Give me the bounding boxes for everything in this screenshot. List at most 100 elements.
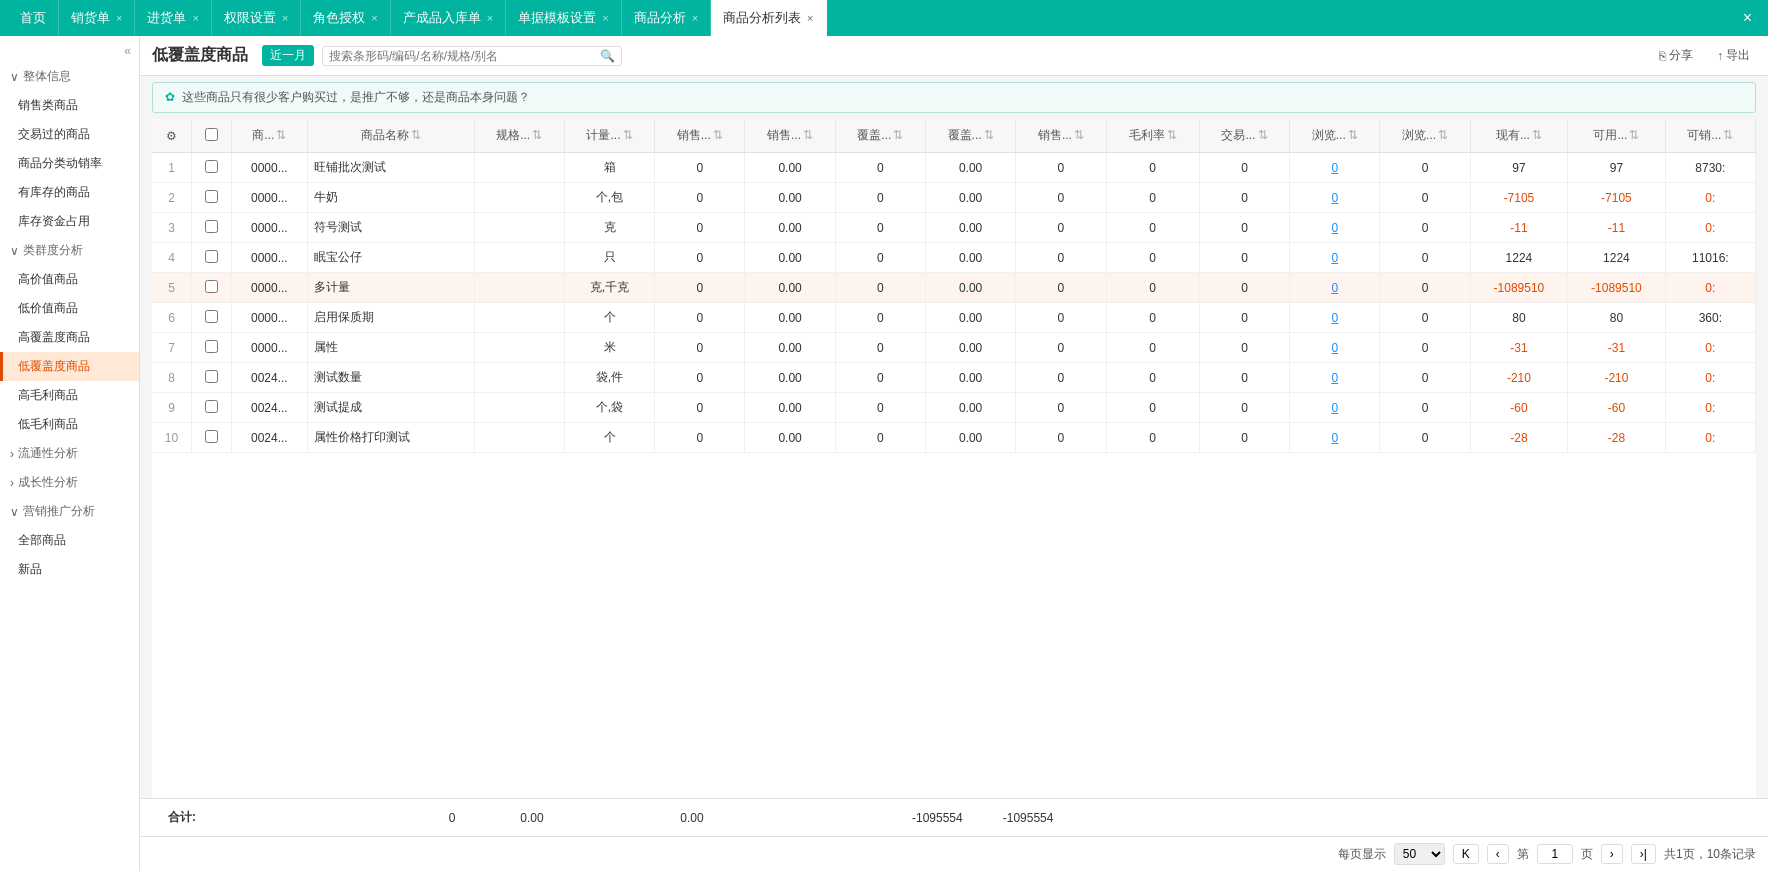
close-icon[interactable]: × xyxy=(192,12,198,24)
row-browse1[interactable]: 0 xyxy=(1290,363,1380,393)
profit-column-header[interactable]: 毛利率⇅ xyxy=(1106,119,1199,153)
row-select-checkbox[interactable] xyxy=(205,400,218,413)
sidebar-item-low-value[interactable]: 低价值商品 xyxy=(0,294,139,323)
browse1-link[interactable]: 0 xyxy=(1331,251,1338,265)
sales3-column-header[interactable]: 销售...⇅ xyxy=(1016,119,1106,153)
close-icon[interactable]: × xyxy=(807,12,813,24)
row-checkbox[interactable] xyxy=(192,213,232,243)
cover2-column-header[interactable]: 覆盖...⇅ xyxy=(925,119,1015,153)
select-all-checkbox[interactable] xyxy=(205,128,218,141)
nav-product-analysis[interactable]: 商品分析 × xyxy=(622,0,711,36)
row-checkbox[interactable] xyxy=(192,153,232,183)
browse1-link[interactable]: 0 xyxy=(1331,371,1338,385)
sidebar-item-high-profit[interactable]: 高毛利商品 xyxy=(0,381,139,410)
nav-sales-order[interactable]: 销货单 × xyxy=(59,0,135,36)
row-checkbox[interactable] xyxy=(192,423,232,453)
current-column-header[interactable]: 现有...⇅ xyxy=(1470,119,1567,153)
code-column-header[interactable]: 商...⇅ xyxy=(231,119,307,153)
browse1-link[interactable]: 0 xyxy=(1331,191,1338,205)
row-checkbox[interactable] xyxy=(192,363,232,393)
close-icon[interactable]: × xyxy=(692,12,698,24)
sales2-column-header[interactable]: 销售...⇅ xyxy=(745,119,835,153)
sales1-column-header[interactable]: 销售...⇅ xyxy=(655,119,745,153)
prev-page-button[interactable]: ‹ xyxy=(1487,844,1509,864)
trade-column-header[interactable]: 交易...⇅ xyxy=(1199,119,1289,153)
row-checkbox[interactable] xyxy=(192,333,232,363)
row-browse1[interactable]: 0 xyxy=(1290,423,1380,453)
row-select-checkbox[interactable] xyxy=(205,430,218,443)
row-select-checkbox[interactable] xyxy=(205,310,218,323)
row-checkbox[interactable] xyxy=(192,273,232,303)
row-select-checkbox[interactable] xyxy=(205,250,218,263)
row-select-checkbox[interactable] xyxy=(205,190,218,203)
close-icon[interactable]: × xyxy=(282,12,288,24)
sidebar-item-low-profit[interactable]: 低毛利商品 xyxy=(0,410,139,439)
browse1-link[interactable]: 0 xyxy=(1331,431,1338,445)
sidebar-item-high-coverage[interactable]: 高覆盖度商品 xyxy=(0,323,139,352)
row-select-checkbox[interactable] xyxy=(205,340,218,353)
nav-role-auth[interactable]: 角色授权 × xyxy=(301,0,390,36)
name-column-header[interactable]: 商品名称⇅ xyxy=(307,119,474,153)
row-select-checkbox[interactable] xyxy=(205,370,218,383)
checkbox-column-header[interactable] xyxy=(192,119,232,153)
row-checkbox[interactable] xyxy=(192,303,232,333)
browse1-link[interactable]: 0 xyxy=(1331,401,1338,415)
nav-template-settings[interactable]: 单据模板设置 × xyxy=(506,0,621,36)
row-select-checkbox[interactable] xyxy=(205,160,218,173)
sidebar-item-stock-funds[interactable]: 库存资金占用 xyxy=(0,207,139,236)
sidebar-item-all-products[interactable]: 全部商品 xyxy=(0,526,139,555)
close-all-button[interactable]: × xyxy=(1735,9,1760,27)
search-icon[interactable]: 🔍 xyxy=(600,49,615,63)
row-browse1[interactable]: 0 xyxy=(1290,333,1380,363)
row-browse1[interactable]: 0 xyxy=(1290,153,1380,183)
browse1-link[interactable]: 0 xyxy=(1331,161,1338,175)
search-input[interactable] xyxy=(329,49,600,63)
browse1-column-header[interactable]: 浏览...⇅ xyxy=(1290,119,1380,153)
unit-column-header[interactable]: 计量...⇅ xyxy=(564,119,654,153)
close-icon[interactable]: × xyxy=(116,12,122,24)
browse1-link[interactable]: 0 xyxy=(1331,221,1338,235)
share-button[interactable]: ⎘ 分享 xyxy=(1653,44,1699,67)
next-page-button[interactable]: › xyxy=(1601,844,1623,864)
nav-home[interactable]: 首页 xyxy=(8,0,59,36)
browse1-link[interactable]: 0 xyxy=(1331,341,1338,355)
sidebar-item-stock-products[interactable]: 有库存的商品 xyxy=(0,178,139,207)
row-browse1[interactable]: 0 xyxy=(1290,303,1380,333)
row-browse1[interactable]: 0 xyxy=(1290,243,1380,273)
row-browse1[interactable]: 0 xyxy=(1290,393,1380,423)
row-checkbox[interactable] xyxy=(192,393,232,423)
nav-product-warehouse[interactable]: 产成品入库单 × xyxy=(391,0,506,36)
browse1-link[interactable]: 0 xyxy=(1331,281,1338,295)
saleable-column-header[interactable]: 可销...⇅ xyxy=(1665,119,1755,153)
first-page-button[interactable]: K xyxy=(1453,844,1479,864)
browse1-link[interactable]: 0 xyxy=(1331,311,1338,325)
sidebar-item-category-rate[interactable]: 商品分类动销率 xyxy=(0,149,139,178)
sidebar-item-traded-products[interactable]: 交易过的商品 xyxy=(0,120,139,149)
row-browse1[interactable]: 0 xyxy=(1290,273,1380,303)
available-column-header[interactable]: 可用...⇅ xyxy=(1568,119,1665,153)
sidebar-item-low-coverage[interactable]: 低覆盖度商品 xyxy=(0,352,139,381)
search-box[interactable]: 🔍 xyxy=(322,46,622,66)
page-size-select[interactable]: 50 100 200 xyxy=(1394,843,1445,865)
time-filter-button[interactable]: 近一月 xyxy=(262,45,314,66)
row-browse1[interactable]: 0 xyxy=(1290,183,1380,213)
sidebar-collapse-button[interactable]: « xyxy=(0,40,139,62)
row-checkbox[interactable] xyxy=(192,183,232,213)
nav-product-analysis-list[interactable]: 商品分析列表 × xyxy=(711,0,826,36)
row-select-checkbox[interactable] xyxy=(205,280,218,293)
close-icon[interactable]: × xyxy=(602,12,608,24)
settings-column-header[interactable]: ⚙ xyxy=(152,119,192,153)
browse2-column-header[interactable]: 浏览...⇅ xyxy=(1380,119,1470,153)
close-icon[interactable]: × xyxy=(371,12,377,24)
export-button[interactable]: ↑ 导出 xyxy=(1711,44,1756,67)
row-checkbox[interactable] xyxy=(192,243,232,273)
sidebar-section-cluster[interactable]: ∨ 类群度分析 xyxy=(0,236,139,265)
last-page-button[interactable]: ›| xyxy=(1631,844,1656,864)
spec-column-header[interactable]: 规格...⇅ xyxy=(474,119,564,153)
sidebar-item-high-value[interactable]: 高价值商品 xyxy=(0,265,139,294)
close-icon[interactable]: × xyxy=(487,12,493,24)
sidebar-item-new-products[interactable]: 新品 xyxy=(0,555,139,584)
nav-permission-settings[interactable]: 权限设置 × xyxy=(212,0,301,36)
sidebar-section-marketing[interactable]: ∨ 营销推广分析 xyxy=(0,497,139,526)
page-number-input[interactable] xyxy=(1537,844,1573,864)
